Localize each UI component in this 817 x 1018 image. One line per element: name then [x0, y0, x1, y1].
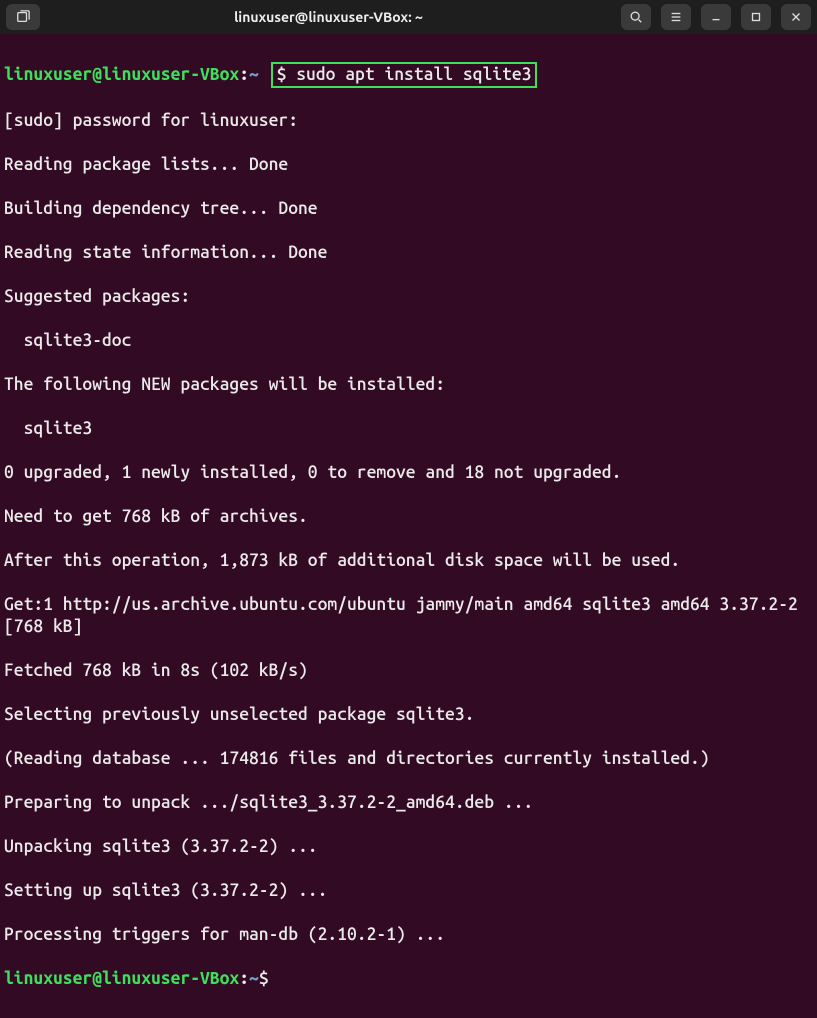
prompt-line-1: linuxuser@linuxuser-VBox:~ $ sudo apt in…: [4, 62, 813, 88]
output-line: Reading package lists... Done: [4, 154, 813, 176]
output-line: The following NEW packages will be insta…: [4, 374, 813, 396]
output-line: Setting up sqlite3 (3.37.2-2) ...: [4, 880, 813, 902]
prompt-line-2: linuxuser@linuxuser-VBox:~$: [4, 968, 813, 990]
output-line: sqlite3: [4, 418, 813, 440]
minimize-button[interactable]: [701, 4, 731, 30]
prompt-colon: :: [239, 65, 249, 84]
output-line: Selecting previously unselected package …: [4, 704, 813, 726]
menu-button[interactable]: [661, 4, 691, 30]
output-line: Preparing to unpack .../sqlite3_3.37.2-2…: [4, 792, 813, 814]
prompt-dollar: $: [259, 969, 269, 988]
prompt-user-host: linuxuser@linuxuser-VBox: [4, 65, 239, 84]
window-title: linuxuser@linuxuser-VBox: ~: [46, 9, 611, 25]
titlebar: linuxuser@linuxuser-VBox: ~: [0, 0, 817, 34]
new-tab-button[interactable]: [6, 4, 40, 30]
output-line: [sudo] password for linuxuser:: [4, 110, 813, 132]
command-highlight: $ sudo apt install sqlite3: [271, 62, 538, 88]
output-line: Fetched 768 kB in 8s (102 kB/s): [4, 660, 813, 682]
prompt-user-host: linuxuser@linuxuser-VBox: [4, 969, 239, 988]
output-line: (Reading database ... 174816 files and d…: [4, 748, 813, 770]
prompt-path: ~: [249, 969, 259, 988]
terminal-content[interactable]: linuxuser@linuxuser-VBox:~ $ sudo apt in…: [0, 34, 817, 1018]
output-line: Building dependency tree... Done: [4, 198, 813, 220]
output-line: Processing triggers for man-db (2.10.2-1…: [4, 924, 813, 946]
maximize-button[interactable]: [741, 4, 771, 30]
prompt-path: ~: [249, 65, 259, 84]
output-line: Suggested packages:: [4, 286, 813, 308]
output-line: 0 upgraded, 1 newly installed, 0 to remo…: [4, 462, 813, 484]
search-button[interactable]: [621, 4, 651, 30]
close-button[interactable]: [781, 4, 811, 30]
output-line: Get:1 http://us.archive.ubuntu.com/ubunt…: [4, 594, 813, 638]
output-line: Reading state information... Done: [4, 242, 813, 264]
output-line: Unpacking sqlite3 (3.37.2-2) ...: [4, 836, 813, 858]
output-line: sqlite3-doc: [4, 330, 813, 352]
output-line: Need to get 768 kB of archives.: [4, 506, 813, 528]
prompt-colon: :: [239, 969, 249, 988]
